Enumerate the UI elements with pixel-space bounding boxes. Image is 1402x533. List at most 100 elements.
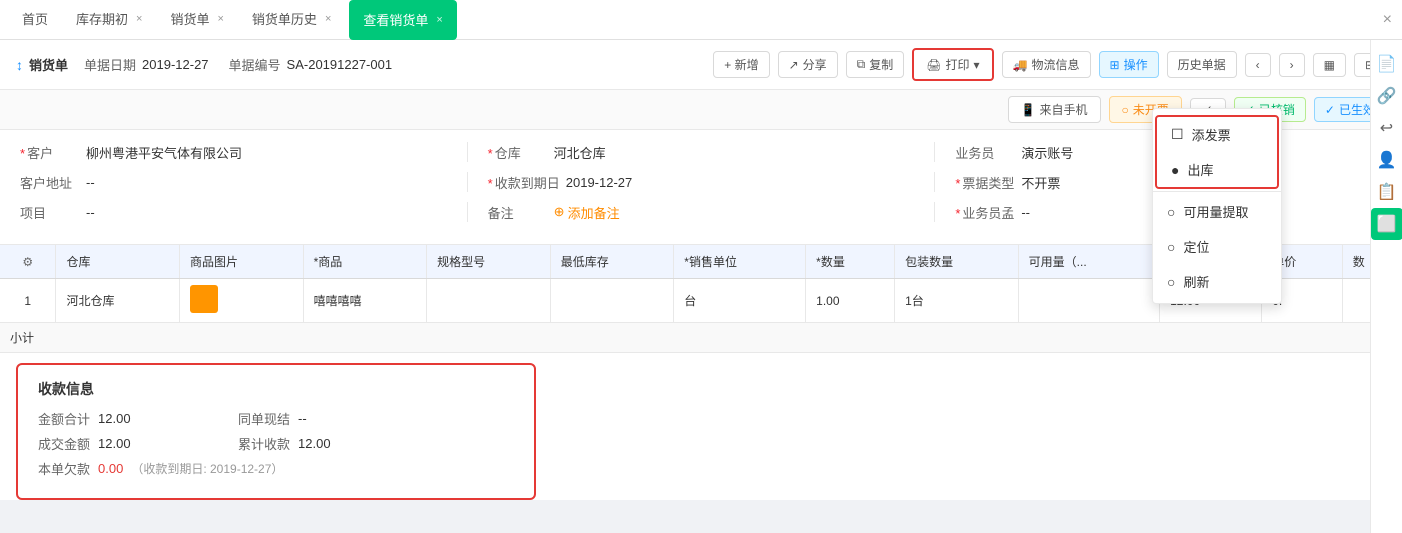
toolbar: + 新增 ↗ 分享 ⧉ 复制 🖨 打印 ▾: [713, 48, 1386, 81]
tab-sales-order-label: 销货单: [170, 9, 209, 28]
col-gear: ⚙: [0, 245, 56, 279]
doc-number-value: SA-20191227-001: [287, 57, 393, 72]
col-unit: *销售单位: [674, 245, 806, 279]
copy-button[interactable]: ⧉ 复制: [846, 51, 905, 78]
project-label: 项目: [20, 203, 80, 222]
ticket-type-value: 不开票: [1021, 173, 1060, 192]
total-item: 金额合计 12.00: [38, 409, 198, 428]
share-button[interactable]: ↗ 分享: [778, 51, 838, 78]
sidebar-icon-3[interactable]: ↩: [1371, 112, 1402, 144]
project-field: 项目 --: [20, 203, 447, 222]
tab-bar-close[interactable]: ×: [1383, 11, 1392, 29]
share-button-label: 分享: [803, 56, 827, 73]
doc-number-item: 单据编号 SA-20191227-001: [229, 55, 393, 74]
new-button-label: + 新增: [724, 56, 758, 73]
arrears-label: 本单欠款: [38, 459, 90, 478]
address-field: 客户地址 --: [20, 173, 447, 192]
doc-title: ↕ 销货单: [16, 55, 68, 74]
payment-due-note: （收款到期日: 2019-12-27）: [131, 460, 283, 477]
warehouse-value: 河北仓库: [554, 143, 606, 162]
operations-button[interactable]: ⊞ 操作: [1099, 51, 1159, 78]
print-button[interactable]: 🖨 打印 ▾: [916, 52, 989, 77]
total-value: 12.00: [98, 411, 131, 426]
deal-amount-item: 成交金额 12.00: [38, 434, 198, 453]
tab-sales-history[interactable]: 销货单历史 ×: [238, 0, 345, 40]
divider3: [467, 172, 468, 192]
tab-sales-order-close[interactable]: ×: [217, 13, 223, 25]
add-note-btn[interactable]: ⊕ 添加备注: [554, 203, 620, 222]
summary-row-3: 本单欠款 0.00 （收款到期日: 2019-12-27）: [38, 459, 514, 478]
ticket-type-label: 票据类型: [955, 173, 1015, 192]
row-warehouse: 河北仓库: [56, 279, 180, 323]
subtotal-row: 小计: [0, 323, 1402, 353]
doc-header: ↕ 销货单 单据日期 2019-12-27 单据编号 SA-20191227-0…: [0, 40, 1402, 90]
tab-home[interactable]: 首页: [8, 0, 62, 40]
outbound-icon: ●: [1171, 162, 1179, 178]
operations-dropdown: ☐ 添发票 ● 出库 ○ 可用量提取 ○ 定位 ○ 刷新: [1152, 108, 1282, 304]
doc-date-item: 单据日期 2019-12-27: [84, 55, 209, 74]
new-button[interactable]: + 新增: [713, 51, 769, 78]
operations-button-label: 操作: [1124, 56, 1148, 73]
tab-sales-history-label: 销货单历史: [252, 9, 317, 28]
subtotal-cell: 小计: [0, 323, 1402, 353]
tab-sales-order[interactable]: 销货单 ×: [156, 0, 237, 40]
col-min-stock: 最低库存: [550, 245, 674, 279]
from-phone-label: 来自手机: [1040, 101, 1088, 118]
deal-amount-value: 12.00: [98, 436, 131, 451]
note-field: 备注 ⊕ 添加备注: [488, 203, 915, 222]
col-qty: *数量: [806, 245, 895, 279]
prev-button[interactable]: ‹: [1245, 53, 1271, 77]
row-spec: [427, 279, 551, 323]
effective-icon: ✓: [1325, 103, 1335, 117]
biz-staff-label: 业务员孟: [955, 203, 1015, 222]
logistics-button[interactable]: 🚚 物流信息: [1002, 51, 1091, 78]
history-button-label: 历史单据: [1178, 56, 1226, 73]
divider1: [467, 142, 468, 162]
sidebar-icon-2[interactable]: 🔗: [1371, 80, 1402, 112]
address-label: 客户地址: [20, 173, 80, 192]
dropdown-highlight-box: ☐ 添发票 ● 出库: [1155, 115, 1279, 189]
view1-button[interactable]: ▦: [1313, 53, 1346, 77]
sidebar-icon-5[interactable]: 📋: [1371, 176, 1402, 208]
deal-amount-label: 成交金额: [38, 434, 90, 453]
same-order-value: --: [298, 411, 307, 426]
dropdown-refresh[interactable]: ○ 刷新: [1153, 264, 1281, 299]
cumulative-item: 累计收款 12.00: [238, 434, 398, 453]
tab-sales-history-close[interactable]: ×: [325, 13, 331, 25]
share-icon: ↗: [789, 58, 799, 72]
sidebar-icon-4[interactable]: 👤: [1371, 144, 1402, 176]
tab-view-sales[interactable]: 查看销货单 ×: [349, 0, 456, 40]
next-button[interactable]: ›: [1279, 53, 1305, 77]
divider6: [934, 202, 935, 222]
sidebar-icon-expand[interactable]: ⬜: [1371, 208, 1402, 240]
tab-inventory-init-close[interactable]: ×: [136, 13, 142, 25]
col-available: 可用量（...: [1018, 245, 1159, 279]
col-unit-label: *销售单位: [684, 255, 737, 269]
doc-date-label: 单据日期: [84, 55, 136, 74]
row-product: 嘻嘻嘻嘻: [303, 279, 427, 323]
tab-inventory-init[interactable]: 库存期初 ×: [62, 0, 156, 40]
warehouse-field: 仓库 河北仓库: [488, 143, 915, 162]
dropdown-add-invoice[interactable]: ☐ 添发票: [1157, 117, 1277, 152]
note-label: 备注: [488, 203, 548, 222]
operations-icon: ⊞: [1110, 58, 1120, 72]
print-icon: 🖨: [926, 58, 941, 72]
row-min-stock: [550, 279, 674, 323]
dropdown-separator: [1153, 191, 1281, 192]
sidebar-icon-1[interactable]: 📄: [1371, 48, 1402, 80]
from-phone-button[interactable]: 📱 来自手机: [1008, 96, 1101, 123]
dropdown-locate[interactable]: ○ 定位: [1153, 229, 1281, 264]
dropdown-outbound[interactable]: ● 出库: [1157, 152, 1277, 187]
dropdown-available-qty[interactable]: ○ 可用量提取: [1153, 194, 1281, 229]
col-product-img: 商品图片: [180, 245, 304, 279]
row-unit: 台: [674, 279, 806, 323]
cumulative-value: 12.00: [298, 436, 331, 451]
arrears-value: 0.00: [98, 461, 123, 476]
staff-label: 业务员: [955, 143, 1015, 162]
tab-view-sales-close[interactable]: ×: [436, 14, 442, 26]
same-order-label: 同单现结: [238, 409, 290, 428]
col-product: *商品: [303, 245, 427, 279]
history-button[interactable]: 历史单据: [1167, 51, 1237, 78]
doc-type-icon: ↕: [16, 57, 23, 73]
page-wrapper: 首页 库存期初 × 销货单 × 销货单历史 × 查看销货单 × × ↕ 销货单: [0, 0, 1402, 533]
